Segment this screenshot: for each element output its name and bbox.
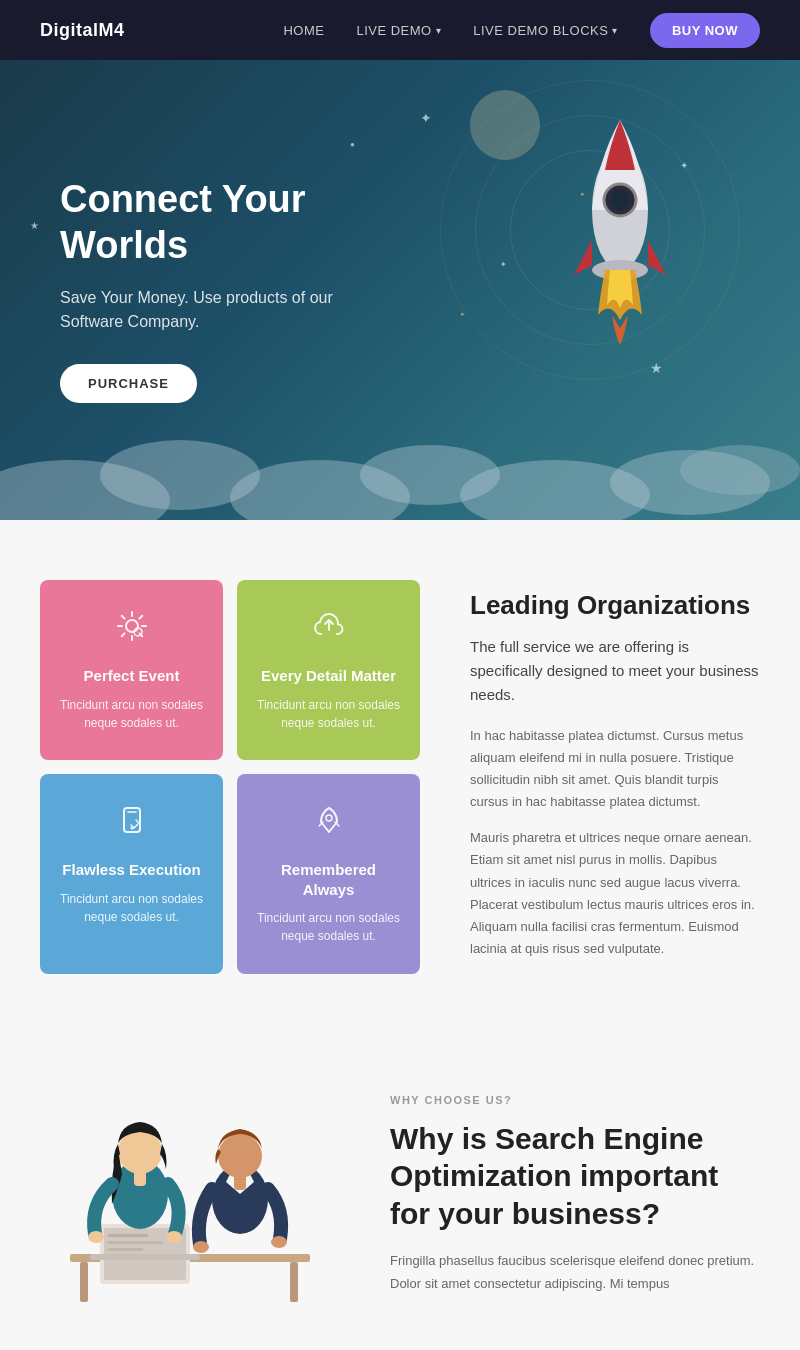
feature-card-every-detail: Every Detail Matter Tincidunt arcu non s… (237, 580, 420, 760)
touch-icon (114, 802, 150, 846)
svg-point-4 (126, 620, 138, 632)
cloud (680, 445, 800, 495)
svg-rect-10 (80, 1262, 88, 1302)
card-title: Perfect Event (84, 666, 180, 686)
hero-content: Connect Your Worlds Save Your Money. Use… (0, 177, 420, 403)
svg-rect-16 (108, 1241, 163, 1244)
rocket-svg (560, 100, 680, 360)
card-desc: Tincidunt arcu non sodales neque sodales… (257, 696, 400, 732)
svg-point-24 (218, 1134, 262, 1178)
features-lead: The full service we are offering is spec… (470, 635, 760, 707)
svg-point-22 (166, 1231, 182, 1243)
why-label: WHY CHOOSE US? (390, 1094, 760, 1106)
svg-point-2 (610, 190, 630, 210)
svg-point-27 (271, 1236, 287, 1248)
features-cards-grid: Perfect Event Tincidunt arcu non sodales… (40, 580, 420, 974)
cloud-upload-icon (311, 608, 347, 652)
card-title: Remembered Always (257, 860, 400, 899)
nav-live-demo-blocks[interactable]: LIVE DEMO BLOCKS ▾ (473, 23, 618, 38)
svg-point-19 (118, 1130, 162, 1174)
gear-icon (114, 608, 150, 652)
star-icon: ✦ (500, 260, 507, 269)
purchase-button[interactable]: PURCHASE (60, 364, 197, 403)
svg-rect-17 (108, 1248, 143, 1251)
features-body-2: Mauris pharetra et ultrices neque ornare… (470, 827, 760, 960)
star-icon: ✦ (680, 160, 688, 171)
svg-rect-20 (134, 1170, 146, 1186)
buy-now-button[interactable]: BUY NOW (650, 13, 760, 48)
brand-logo: DigitalM4 (40, 20, 125, 41)
svg-point-8 (326, 815, 332, 821)
svg-rect-11 (290, 1262, 298, 1302)
svg-point-26 (193, 1241, 209, 1253)
card-desc: Tincidunt arcu non sodales neque sodales… (60, 890, 203, 926)
feature-card-remembered: Remembered Always Tincidunt arcu non sod… (237, 774, 420, 974)
card-title: Every Detail Matter (261, 666, 396, 686)
features-section: Perfect Event Tincidunt arcu non sodales… (0, 520, 800, 1034)
rocket-illustration (560, 100, 680, 364)
svg-rect-25 (234, 1174, 246, 1190)
star-icon: ✦ (420, 110, 432, 126)
feature-card-flawless: Flawless Execution Tincidunt arcu non so… (40, 774, 223, 974)
nav-home[interactable]: HOME (283, 23, 324, 38)
chevron-down-icon: ▾ (436, 25, 442, 36)
star-icon: ● (350, 140, 355, 149)
why-body: Fringilla phasellus faucibus scelerisque… (390, 1250, 760, 1294)
card-desc: Tincidunt arcu non sodales neque sodales… (257, 909, 400, 945)
card-title: Flawless Execution (62, 860, 200, 880)
hero-section: ✦ ✦ ★ ✦ ★ ● ● ● (0, 60, 800, 520)
svg-rect-14 (90, 1254, 200, 1260)
feature-card-perfect-event: Perfect Event Tincidunt arcu non sodales… (40, 580, 223, 760)
hero-clouds (0, 400, 800, 520)
card-desc: Tincidunt arcu non sodales neque sodales… (60, 696, 203, 732)
chevron-down-icon: ▾ (612, 25, 618, 36)
nav-live-demo[interactable]: LIVE DEMO ▾ (356, 23, 441, 38)
people-svg (40, 1094, 340, 1314)
navbar: DigitalM4 HOME LIVE DEMO ▾ LIVE DEMO BLO… (0, 0, 800, 60)
features-title: Leading Organizations (470, 590, 760, 621)
star-icon: ● (460, 310, 464, 317)
why-content: WHY CHOOSE US? Why is Search Engine Opti… (390, 1094, 760, 1295)
rocket-icon (311, 802, 347, 846)
features-text-block: Leading Organizations The full service w… (450, 580, 760, 974)
why-section: WHY CHOOSE US? Why is Search Engine Opti… (0, 1034, 800, 1350)
hero-title: Connect Your Worlds (60, 177, 360, 268)
svg-rect-15 (108, 1234, 148, 1237)
features-body-1: In hac habitasse platea dictumst. Cursus… (470, 725, 760, 813)
svg-point-21 (88, 1231, 104, 1243)
hero-subtitle: Save Your Money. Use products of our Sof… (60, 286, 360, 334)
why-image (40, 1094, 340, 1314)
why-title: Why is Search Engine Optimization import… (390, 1120, 760, 1233)
nav-links: HOME LIVE DEMO ▾ LIVE DEMO BLOCKS ▾ BUY … (283, 13, 760, 48)
